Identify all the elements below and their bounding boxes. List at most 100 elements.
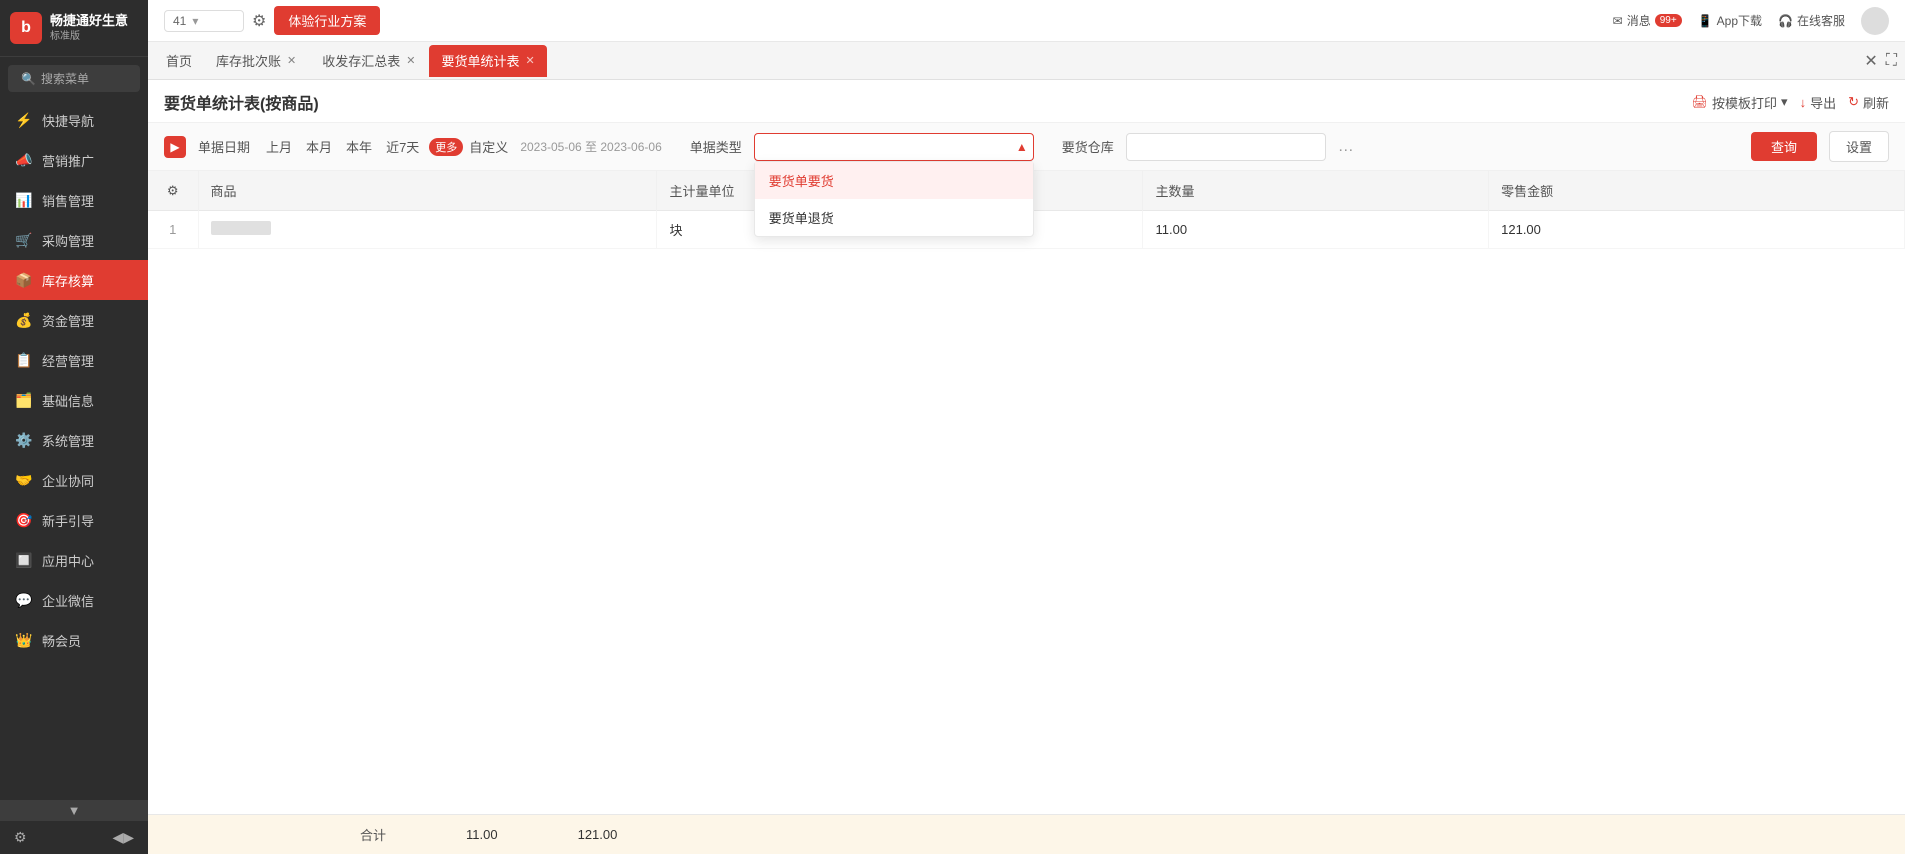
- collapse-sidebar-btn[interactable]: ◀▶: [112, 829, 134, 846]
- footer-amount: 121.00: [578, 827, 618, 842]
- tab-receipt-summary[interactable]: 收发存汇总表 ✕: [310, 45, 427, 77]
- refresh-btn[interactable]: ↻ 刷新: [1848, 93, 1889, 112]
- type-select-wrapper: ▲ 要货单要货 要货单退货: [754, 133, 1034, 161]
- topbar-gear-btn[interactable]: ⚙: [252, 11, 266, 31]
- row-quantity: 11.00: [1143, 211, 1489, 249]
- finance-icon: 💰: [14, 310, 34, 330]
- sidebar-item-purchase[interactable]: 🛒 采购管理: [0, 220, 148, 260]
- sidebar-item-label: 经营管理: [42, 351, 94, 370]
- footer-label: 合计: [160, 825, 386, 844]
- fullscreen-btn[interactable]: ⛶: [1886, 52, 1897, 70]
- type-select[interactable]: [754, 133, 1034, 161]
- export-btn[interactable]: ↓ 导出: [1800, 93, 1837, 112]
- print-dropdown-arrow[interactable]: ▾: [1781, 94, 1788, 110]
- sidebar-item-finance[interactable]: 💰 资金管理: [0, 300, 148, 340]
- sidebar-search-btn[interactable]: 🔍 搜索菜单: [8, 65, 140, 92]
- sidebar-item-inventory[interactable]: 📦 库存核算: [0, 260, 148, 300]
- last7days-btn[interactable]: 近7天: [382, 135, 423, 158]
- close-all-tabs-btn[interactable]: ✕: [1864, 51, 1877, 71]
- sidebar-item-quicknav[interactable]: ⚡ 快捷导航: [0, 100, 148, 140]
- col-product: 商品: [198, 171, 657, 211]
- tab-order-stats[interactable]: 要货单统计表 ✕: [429, 45, 546, 77]
- date-shortcuts: 上月 本月 本年 近7天 更多 自定义: [262, 135, 508, 158]
- user-avatar[interactable]: [1861, 7, 1889, 35]
- col-settings[interactable]: ⚙: [148, 171, 198, 211]
- sidebar-search-label: 搜索菜单: [41, 70, 89, 87]
- system-icon: ⚙️: [14, 430, 34, 450]
- date-range-display: 2023-05-06 至 2023-06-06: [520, 138, 661, 155]
- sidebar-item-sales[interactable]: 📊 销售管理: [0, 180, 148, 220]
- inventory-icon: 📦: [14, 270, 34, 290]
- cooperation-icon: 🤝: [14, 470, 34, 490]
- custom-date-btn[interactable]: 自定义: [469, 137, 508, 156]
- tab-label: 库存批次账: [216, 51, 281, 70]
- dropdown-option-2[interactable]: 要货单退货: [755, 199, 1033, 236]
- sidebar-item-operations[interactable]: 📋 经营管理: [0, 340, 148, 380]
- sidebar-item-label: 新手引导: [42, 511, 94, 530]
- table-container: ⚙ 商品 主计量单位 主数量 零售金额 1 块 11.00 121.00: [148, 171, 1905, 814]
- row-amount: 121.00: [1489, 211, 1905, 249]
- quicknav-icon: ⚡: [14, 110, 34, 130]
- sidebar-item-cooperation[interactable]: 🤝 企业协同: [0, 460, 148, 500]
- this-year-btn[interactable]: 本年: [342, 135, 376, 158]
- type-dropdown-menu: 要货单要货 要货单退货: [754, 161, 1034, 237]
- sidebar-item-wechat[interactable]: 💬 企业微信: [0, 580, 148, 620]
- main-content: 41 ▾ ⚙ 体验行业方案 ✉ 消息 99+ 📱 App下载 🎧 在线客服: [148, 0, 1905, 854]
- tab-close-icon[interactable]: ✕: [287, 54, 296, 67]
- phone-icon: 📱: [1698, 14, 1713, 28]
- last-month-btn[interactable]: 上月: [262, 135, 296, 158]
- app-download-btn[interactable]: 📱 App下载: [1698, 12, 1762, 29]
- sidebar: b 畅捷通好生意 标准版 🔍 搜索菜单 ⚡ 快捷导航 📣 营销推广 📊 销售管理…: [0, 0, 148, 854]
- type-label: 单据类型: [690, 137, 742, 156]
- sidebar-item-base[interactable]: 🗂️ 基础信息: [0, 380, 148, 420]
- query-btn[interactable]: 查询: [1751, 132, 1817, 161]
- online-service-btn[interactable]: 🎧 在线客服: [1778, 12, 1845, 29]
- sidebar-item-system[interactable]: ⚙️ 系统管理: [0, 420, 148, 460]
- messages-badge: 99+: [1655, 14, 1682, 27]
- more-filter-btn[interactable]: …: [1338, 138, 1354, 156]
- sales-icon: 📊: [14, 190, 34, 210]
- filter-settings-btn[interactable]: 设置: [1829, 131, 1889, 162]
- sidebar-item-label: 营销推广: [42, 151, 94, 170]
- purchase-icon: 🛒: [14, 230, 34, 250]
- warehouse-input[interactable]: [1126, 133, 1326, 161]
- sidebar-item-label: 畅会员: [42, 631, 81, 650]
- page-title: 要货单统计表(按商品): [164, 90, 319, 114]
- settings-bottom-btn[interactable]: ⚙: [14, 829, 27, 846]
- sidebar-item-newbie[interactable]: 🎯 新手引导: [0, 500, 148, 540]
- sidebar-scroll-down[interactable]: ▼: [0, 800, 148, 820]
- messages-label: 消息: [1627, 12, 1651, 29]
- tab-home[interactable]: 首页: [156, 45, 202, 76]
- sidebar-logo: b 畅捷通好生意 标准版: [0, 0, 148, 57]
- sidebar-item-label: 应用中心: [42, 551, 94, 570]
- tab-inventory-batch[interactable]: 库存批次账 ✕: [204, 45, 308, 77]
- vip-icon: 👑: [14, 630, 34, 650]
- tab-close-icon[interactable]: ✕: [406, 54, 415, 67]
- sidebar-item-label: 基础信息: [42, 391, 94, 410]
- sidebar-item-marketing[interactable]: 📣 营销推广: [0, 140, 148, 180]
- dropdown-option-1[interactable]: 要货单要货: [755, 162, 1033, 199]
- refresh-icon: ↻: [1848, 94, 1859, 110]
- col-quantity: 主数量: [1143, 171, 1489, 211]
- this-month-btn[interactable]: 本月: [302, 135, 336, 158]
- more-dates-badge[interactable]: 更多: [429, 138, 463, 156]
- marketing-icon: 📣: [14, 150, 34, 170]
- sidebar-item-apps[interactable]: 🔲 应用中心: [0, 540, 148, 580]
- sidebar-item-vip[interactable]: 👑 畅会员: [0, 620, 148, 660]
- tabs-right: ✕ ⛶: [1864, 51, 1897, 71]
- top-bar: 41 ▾ ⚙ 体验行业方案 ✉ 消息 99+ 📱 App下载 🎧 在线客服: [148, 0, 1905, 42]
- store-dropdown-arrow: ▾: [192, 14, 198, 28]
- filter-bar: ▶ 单据日期 上月 本月 本年 近7天 更多 自定义 2023-05-06 至 …: [148, 123, 1905, 171]
- print-btn[interactable]: 🖨 按模板打印 ▾: [1692, 93, 1788, 112]
- store-selector[interactable]: 41 ▾: [164, 10, 244, 32]
- filter-expand-btn[interactable]: ▶: [164, 136, 186, 158]
- headset-icon: 🎧: [1778, 14, 1793, 28]
- trial-industry-btn[interactable]: 体验行业方案: [274, 6, 380, 35]
- tab-close-icon[interactable]: ✕: [526, 54, 535, 67]
- sidebar-item-label: 企业协同: [42, 471, 94, 490]
- messages-btn[interactable]: ✉ 消息 99+: [1613, 12, 1682, 29]
- app-sub: 标准版: [50, 30, 128, 44]
- newbie-icon: 🎯: [14, 510, 34, 530]
- sidebar-item-label: 系统管理: [42, 431, 94, 450]
- store-name: 41: [173, 14, 186, 28]
